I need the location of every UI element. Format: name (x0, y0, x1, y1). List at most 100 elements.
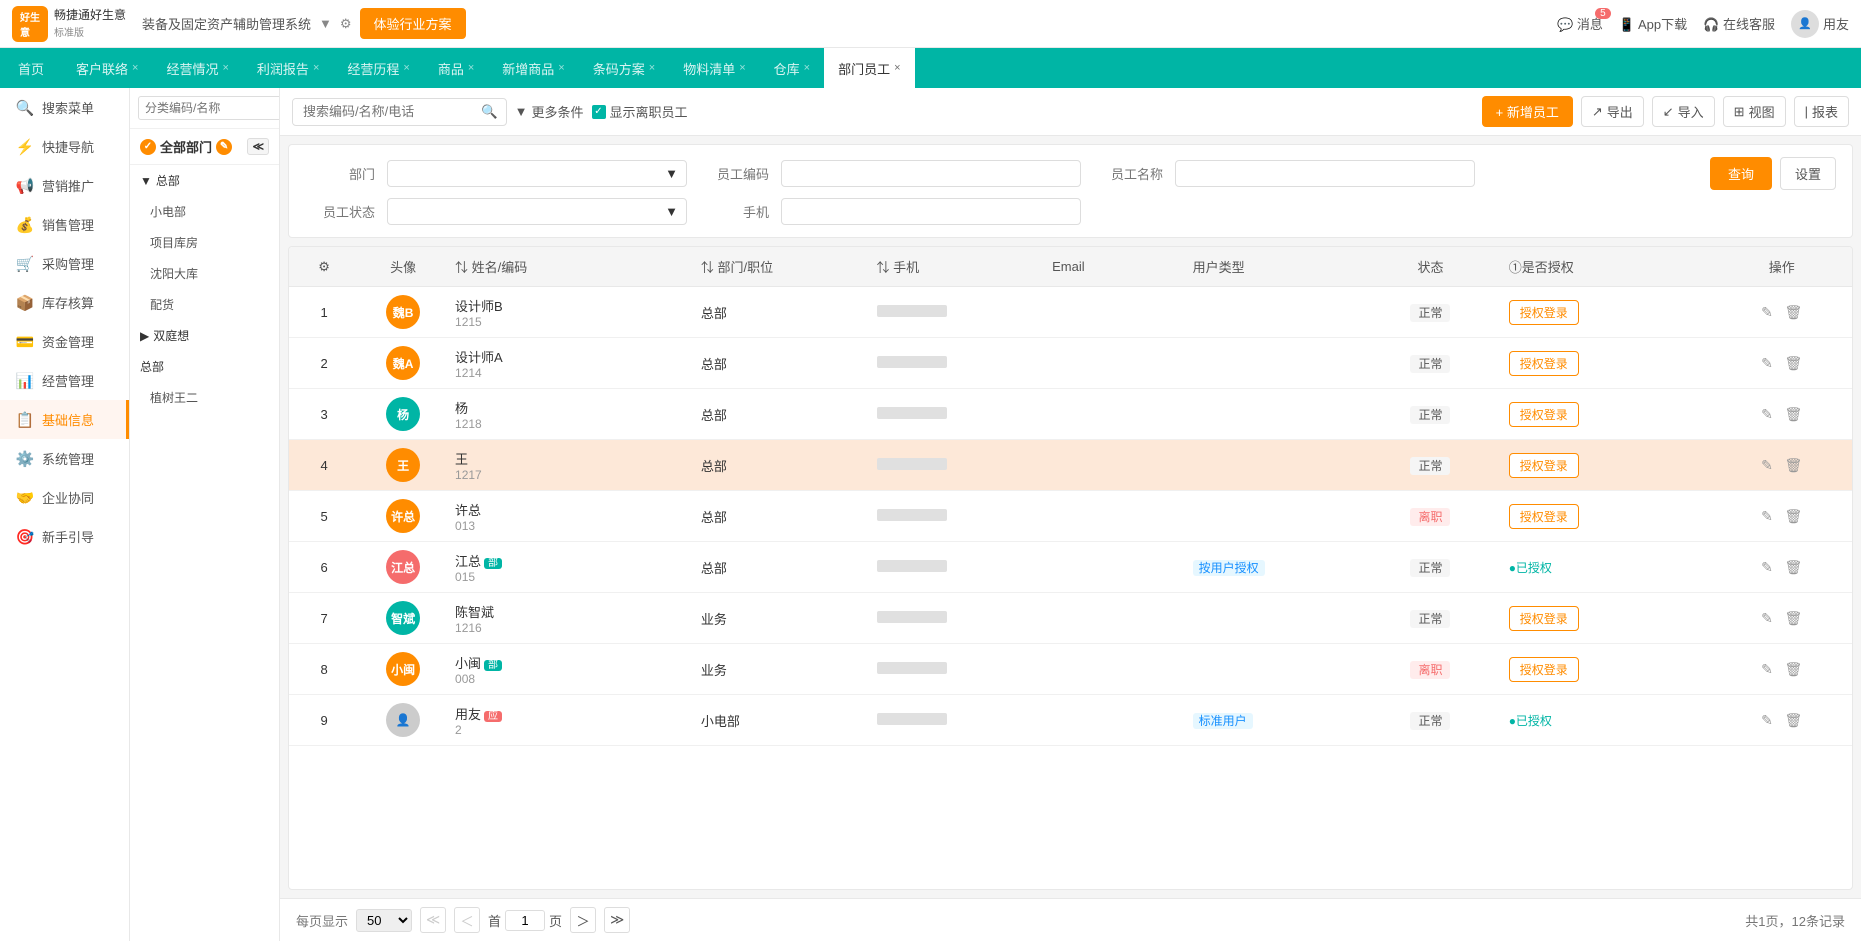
collapse-button[interactable]: ≪ (247, 138, 269, 155)
row-auth[interactable]: ●已授权 (1501, 542, 1712, 593)
th-phone[interactable]: ⇅ 手机 (869, 247, 1045, 287)
system-settings-icon[interactable]: ▼ (319, 16, 332, 31)
show-inactive-toggle[interactable]: ✓ 显示离职员工 (592, 102, 688, 121)
phone-input[interactable] (781, 198, 1081, 225)
tab-employees[interactable]: 部门员工 × (824, 48, 914, 88)
user-area[interactable]: 👤 用友 (1791, 10, 1849, 38)
app-download[interactable]: 📱 App下载 (1619, 14, 1687, 33)
gear-icon[interactable]: ⚙ (340, 16, 352, 32)
close-icon[interactable]: × (403, 62, 409, 74)
row-auth[interactable]: 授权登录 (1501, 491, 1712, 542)
edit-button[interactable]: ✎ (1757, 608, 1777, 629)
sidebar-item-purchase[interactable]: 🛒 采购管理 (0, 244, 129, 283)
delete-button[interactable]: 🗑 (1781, 455, 1807, 476)
close-icon[interactable]: × (558, 62, 564, 74)
prev-page-button[interactable]: ＜ (454, 907, 480, 933)
sidebar-item-nav[interactable]: ⚡ 快捷导航 (0, 127, 129, 166)
page-input[interactable] (505, 910, 545, 931)
view-button[interactable]: ⊞ 视图 (1723, 96, 1786, 127)
tab-barcode[interactable]: 条码方案 × (579, 48, 669, 88)
delete-button[interactable]: 🗑 (1781, 506, 1807, 527)
delete-button[interactable]: 🗑 (1781, 659, 1807, 680)
row-auth[interactable]: 授权登录 (1501, 287, 1712, 338)
dept-search-input[interactable] (138, 96, 280, 120)
dept-item-zhushu[interactable]: 植树王二 (130, 382, 279, 413)
th-settings[interactable]: ⚙ (289, 247, 359, 287)
th-name[interactable]: ⇅ 姓名/编码 (447, 247, 693, 287)
dept-item-zongbu2[interactable]: 总部 (130, 351, 279, 382)
dept-item-zongbu-root[interactable]: ▼ 总部 (130, 165, 279, 196)
next-page-button[interactable]: ＞ (570, 907, 596, 933)
export-button[interactable]: ↗ 导出 (1581, 96, 1644, 127)
first-page-button[interactable]: ≪ (420, 907, 446, 933)
sidebar-item-collab[interactable]: 🤝 企业协同 (0, 478, 129, 517)
empcode-input[interactable] (781, 160, 1081, 187)
row-auth[interactable]: 授权登录 (1501, 389, 1712, 440)
sidebar-item-business[interactable]: 📊 经营管理 (0, 361, 129, 400)
close-icon[interactable]: × (739, 62, 745, 74)
delete-button[interactable]: 🗑 (1781, 710, 1807, 731)
sidebar-item-finance[interactable]: 💳 资金管理 (0, 322, 129, 361)
close-icon[interactable]: × (132, 62, 138, 74)
dept-item-project[interactable]: 项目库房 (130, 227, 279, 258)
delete-button[interactable]: 🗑 (1781, 557, 1807, 578)
delete-button[interactable]: 🗑 (1781, 608, 1807, 629)
close-icon[interactable]: × (804, 62, 810, 74)
auth-button[interactable]: 授权登录 (1509, 606, 1579, 631)
tab-bom[interactable]: 物料清单 × (669, 48, 759, 88)
message-item[interactable]: 💬 消息 5 (1557, 14, 1603, 33)
sidebar-item-marketing[interactable]: 📢 营销推广 (0, 166, 129, 205)
tab-home[interactable]: 首页 (0, 48, 62, 88)
add-employee-button[interactable]: + 新增员工 (1482, 96, 1573, 127)
tab-history[interactable]: 经营历程 × (333, 48, 423, 88)
trial-button[interactable]: 体验行业方案 (360, 8, 466, 39)
tab-customer[interactable]: 客户联络 × (62, 48, 152, 88)
tab-products[interactable]: 商品 × (424, 48, 488, 88)
close-icon[interactable]: × (894, 62, 900, 74)
sidebar-item-basic[interactable]: 📋 基础信息 (0, 400, 129, 439)
status-select[interactable]: ▼ (387, 198, 687, 225)
auth-button[interactable]: 授权登录 (1509, 300, 1579, 325)
edit-button[interactable]: ✎ (1757, 455, 1777, 476)
per-page-select[interactable]: 50 100 200 (356, 909, 412, 932)
search-button-filter[interactable]: 查询 (1710, 157, 1772, 190)
close-icon[interactable]: × (649, 62, 655, 74)
edit-button[interactable]: ✎ (1757, 353, 1777, 374)
tab-add-product[interactable]: 新增商品 × (488, 48, 578, 88)
close-icon[interactable]: × (222, 62, 228, 74)
more-button[interactable]: | 报表 (1794, 96, 1849, 127)
auth-button[interactable]: 授权登录 (1509, 402, 1579, 427)
tab-warehouse[interactable]: 仓库 × (760, 48, 824, 88)
auth-button[interactable]: 授权登录 (1509, 453, 1579, 478)
sidebar-item-system[interactable]: ⚙️ 系统管理 (0, 439, 129, 478)
row-auth[interactable]: 授权登录 (1501, 440, 1712, 491)
delete-button[interactable]: 🗑 (1781, 353, 1807, 374)
import-button[interactable]: ↙ 导入 (1652, 96, 1715, 127)
search-input[interactable] (293, 99, 473, 124)
row-auth[interactable]: 授权登录 (1501, 338, 1712, 389)
sidebar-item-guide[interactable]: 🎯 新手引导 (0, 517, 129, 556)
row-auth[interactable]: ●已授权 (1501, 695, 1712, 746)
edit-button[interactable]: ✎ (1757, 302, 1777, 323)
dept-item-xiaodian[interactable]: 小电部 (130, 196, 279, 227)
edit-button[interactable]: ✎ (1757, 506, 1777, 527)
edit-button[interactable]: ✎ (1757, 710, 1777, 731)
close-icon[interactable]: × (313, 62, 319, 74)
online-service[interactable]: 🎧 在线客服 (1703, 14, 1775, 33)
auth-button[interactable]: 授权登录 (1509, 657, 1579, 682)
row-auth[interactable]: 授权登录 (1501, 593, 1712, 644)
reset-button-filter[interactable]: 设置 (1780, 157, 1836, 190)
close-icon[interactable]: × (468, 62, 474, 74)
tab-profit[interactable]: 利润报告 × (243, 48, 333, 88)
auth-button[interactable]: 授权登录 (1509, 504, 1579, 529)
dept-item-peihuo[interactable]: 配货 (130, 289, 279, 320)
edit-button[interactable]: ✎ (1757, 404, 1777, 425)
delete-button[interactable]: 🗑 (1781, 404, 1807, 425)
dept-item-shenyang[interactable]: 沈阳大库 (130, 258, 279, 289)
delete-button[interactable]: 🗑 (1781, 302, 1807, 323)
sidebar-item-inventory[interactable]: 📦 库存核算 (0, 283, 129, 322)
search-button[interactable]: 🔍 (473, 99, 506, 125)
dept-item-shuangt[interactable]: ▶ 双庭想 (130, 320, 279, 351)
edit-button[interactable]: ✎ (1757, 659, 1777, 680)
tab-operations[interactable]: 经营情况 × (152, 48, 242, 88)
